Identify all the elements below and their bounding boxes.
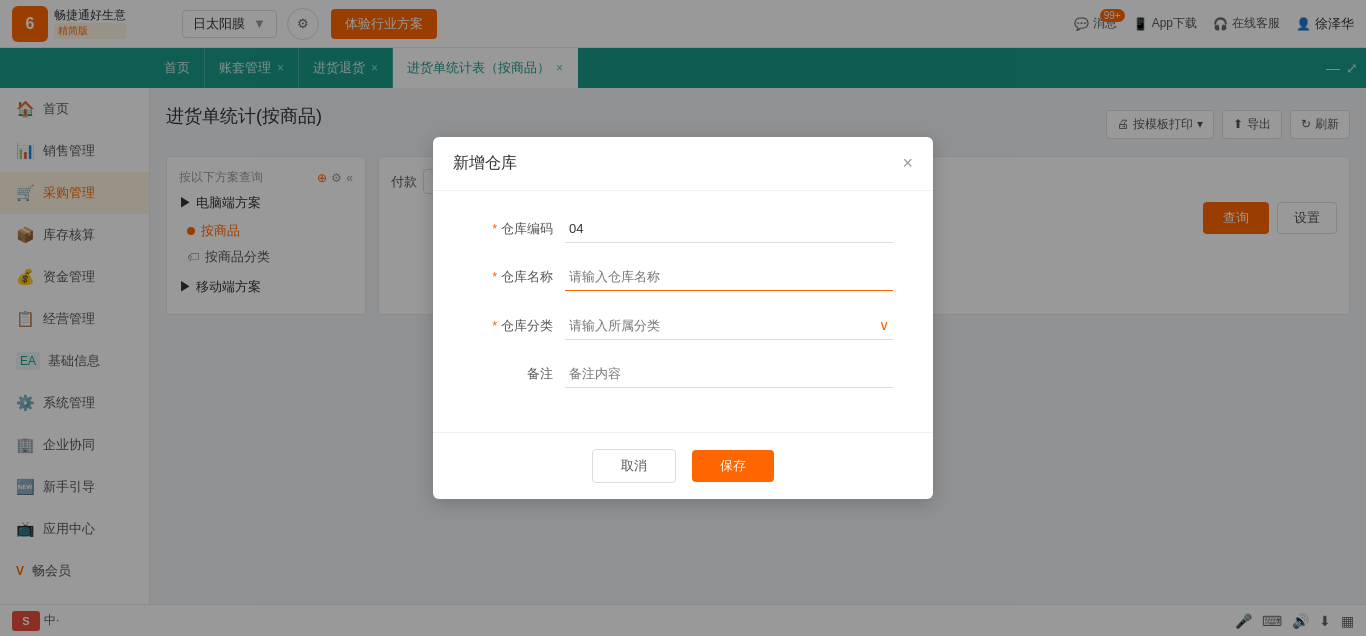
cancel-button[interactable]: 取消 [592, 449, 676, 483]
select-arrow-icon: ∨ [879, 317, 889, 333]
save-button[interactable]: 保存 [692, 450, 774, 482]
name-label: 仓库名称 [473, 268, 553, 286]
form-row-name: 仓库名称 [473, 263, 893, 291]
modal-overlay[interactable]: 新增仓库 × 仓库编码 仓库名称 仓库分类 ∨ [0, 0, 1366, 636]
remark-input[interactable] [565, 360, 893, 388]
warehouse-code-input[interactable] [565, 215, 893, 243]
dialog-body: 仓库编码 仓库名称 仓库分类 ∨ 备注 [433, 191, 933, 432]
form-row-remark: 备注 [473, 360, 893, 388]
dialog-title: 新增仓库 [453, 153, 517, 174]
category-input[interactable] [569, 318, 879, 333]
code-label: 仓库编码 [473, 220, 553, 238]
dialog-footer: 取消 保存 [433, 432, 933, 499]
warehouse-name-input[interactable] [565, 263, 893, 291]
category-label: 仓库分类 [473, 317, 553, 335]
form-row-code: 仓库编码 [473, 215, 893, 243]
dialog-close-button[interactable]: × [902, 153, 913, 174]
remark-label: 备注 [473, 365, 553, 383]
form-row-category: 仓库分类 ∨ [473, 311, 893, 340]
category-select[interactable]: ∨ [565, 311, 893, 340]
dialog-header: 新增仓库 × [433, 137, 933, 191]
new-warehouse-dialog: 新增仓库 × 仓库编码 仓库名称 仓库分类 ∨ [433, 137, 933, 499]
